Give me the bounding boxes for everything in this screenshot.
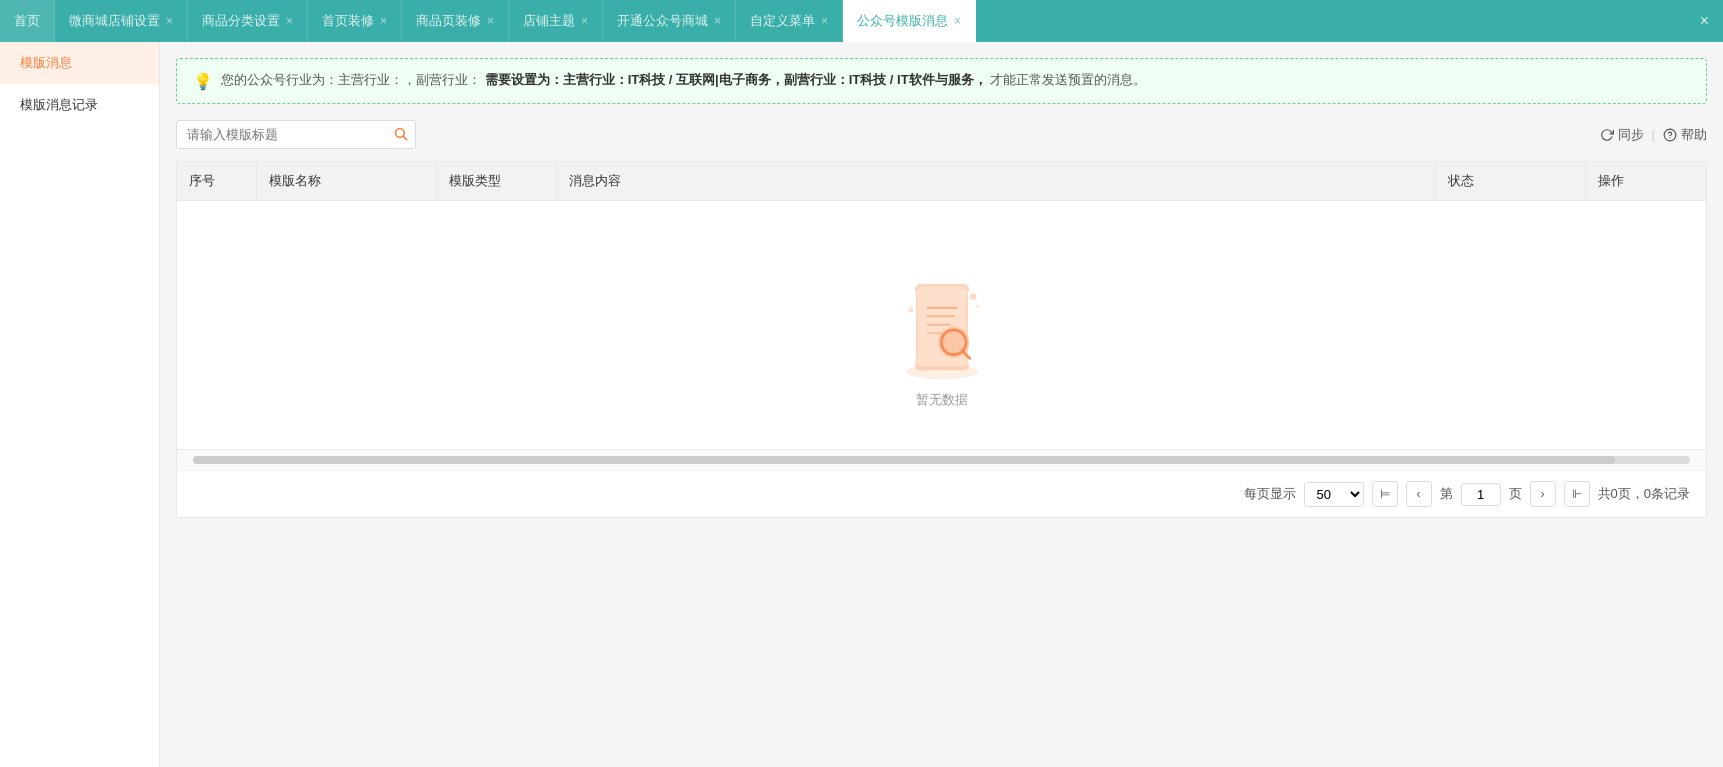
wechat-shop-label: 微商城店铺设置	[69, 12, 160, 30]
first-page-button[interactable]: ⊨	[1372, 481, 1398, 507]
svg-point-14	[908, 307, 913, 312]
th-index: 序号	[177, 162, 257, 200]
nav-tab-shop-theme[interactable]: 店铺主题 ×	[509, 0, 603, 42]
top-nav: 首页 微商城店铺设置 × 商品分类设置 × 首页装修 × 商品页装修 × 店铺主…	[0, 0, 1723, 42]
empty-illustration	[877, 261, 1007, 391]
page-size-label: 每页显示	[1244, 485, 1296, 503]
nav-tab-wechat-shop[interactable]: 微商城店铺设置 ×	[55, 0, 188, 42]
notice-suffix: 才能正常发送预置的消息。	[990, 72, 1146, 87]
notice-icon: 💡	[193, 72, 213, 91]
search-button[interactable]	[393, 126, 408, 144]
sync-button[interactable]: 同步	[1600, 126, 1644, 144]
template-msg-label: 公众号模版消息	[857, 12, 948, 30]
th-type: 模版类型	[437, 162, 557, 200]
th-status: 状态	[1436, 162, 1586, 200]
main-content: 💡 您的公众号行业为：主营行业：，副营行业： 需要设置为：主营行业：IT科技 /…	[160, 42, 1723, 767]
page-label: 第	[1440, 485, 1453, 503]
custom-menu-label: 自定义菜单	[750, 12, 815, 30]
layout: 模版消息 模版消息记录 💡 您的公众号行业为：主营行业：，副营行业： 需要设置为…	[0, 42, 1723, 767]
product-decor-label: 商品页装修	[416, 12, 481, 30]
svg-point-13	[975, 305, 979, 309]
nav-tab-product-decor[interactable]: 商品页装修 ×	[402, 0, 509, 42]
data-table: 序号 模版名称 模版类型 消息内容 状态 操作	[176, 161, 1707, 518]
notice-highlight: 需要设置为：主营行业：IT科技 / 互联网|电子商务，副营行业：IT科技 / I…	[485, 72, 987, 87]
home-tab-label: 首页	[14, 12, 40, 30]
close-icon[interactable]: ×	[166, 14, 173, 28]
sidebar-item-label: 模版消息记录	[20, 97, 98, 112]
nav-tab-home-decor[interactable]: 首页装修 ×	[308, 0, 402, 42]
nav-tab-custom-menu[interactable]: 自定义菜单 ×	[736, 0, 843, 42]
next-page-button[interactable]: ›	[1530, 481, 1556, 507]
last-page-button[interactable]: ⊩	[1564, 481, 1590, 507]
svg-point-12	[969, 294, 976, 301]
page-unit: 页	[1509, 485, 1522, 503]
close-all-button[interactable]: ×	[1686, 12, 1723, 30]
sidebar: 模版消息 模版消息记录	[0, 42, 160, 767]
th-action: 操作	[1586, 162, 1706, 200]
scrollbar-thumb	[193, 456, 1615, 464]
search-input[interactable]	[176, 120, 416, 149]
sync-label: 同步	[1618, 126, 1644, 144]
empty-text: 暂无数据	[916, 391, 968, 409]
sidebar-item-template-msg-record[interactable]: 模版消息记录	[0, 84, 159, 126]
close-icon[interactable]: ×	[286, 14, 293, 28]
close-icon[interactable]: ×	[487, 14, 494, 28]
notice-text: 您的公众号行业为：主营行业：，副营行业： 需要设置为：主营行业：IT科技 / 互…	[221, 71, 1146, 89]
help-button[interactable]: 帮助	[1663, 126, 1707, 144]
sidebar-item-label: 模版消息	[20, 55, 72, 70]
search-input-wrap	[176, 120, 416, 149]
nav-tab-home[interactable]: 首页	[0, 0, 55, 42]
search-bar: 同步 | 帮助	[176, 120, 1707, 149]
prev-page-button[interactable]: ‹	[1406, 481, 1432, 507]
svg-line-1	[403, 136, 406, 139]
close-icon[interactable]: ×	[380, 14, 387, 28]
toolbar-divider: |	[1652, 127, 1655, 142]
table-header: 序号 模版名称 模版类型 消息内容 状态 操作	[177, 162, 1706, 201]
nav-tab-template-msg[interactable]: 公众号模版消息 ×	[843, 0, 976, 42]
nav-tab-open-mall[interactable]: 开通公众号商城 ×	[603, 0, 736, 42]
close-icon[interactable]: ×	[821, 14, 828, 28]
empty-state: 暂无数据	[177, 201, 1706, 449]
close-icon[interactable]: ×	[581, 14, 588, 28]
notice-prefix: 您的公众号行业为：主营行业：，副营行业：	[221, 72, 481, 87]
close-icon[interactable]: ×	[714, 14, 721, 28]
th-content: 消息内容	[557, 162, 1436, 200]
page-size-select[interactable]: 50 10 20 100	[1304, 482, 1364, 507]
scrollbar-area	[177, 449, 1706, 470]
pagination: 每页显示 50 10 20 100 ⊨ ‹ 第 页 › ⊩ 共0页，0条记录	[177, 470, 1706, 517]
open-mall-label: 开通公众号商城	[617, 12, 708, 30]
close-icon[interactable]: ×	[954, 14, 961, 28]
sidebar-item-template-msg[interactable]: 模版消息	[0, 42, 159, 84]
th-name: 模版名称	[257, 162, 437, 200]
current-page-input[interactable]	[1461, 483, 1501, 506]
help-label: 帮助	[1681, 126, 1707, 144]
product-category-label: 商品分类设置	[202, 12, 280, 30]
toolbar-right: 同步 | 帮助	[1600, 126, 1707, 144]
shop-theme-label: 店铺主题	[523, 12, 575, 30]
nav-tab-product-category[interactable]: 商品分类设置 ×	[188, 0, 308, 42]
horizontal-scrollbar[interactable]	[193, 456, 1690, 464]
home-decor-label: 首页装修	[322, 12, 374, 30]
total-text: 共0页，0条记录	[1598, 485, 1690, 503]
notice-box: 💡 您的公众号行业为：主营行业：，副营行业： 需要设置为：主营行业：IT科技 /…	[176, 58, 1707, 104]
